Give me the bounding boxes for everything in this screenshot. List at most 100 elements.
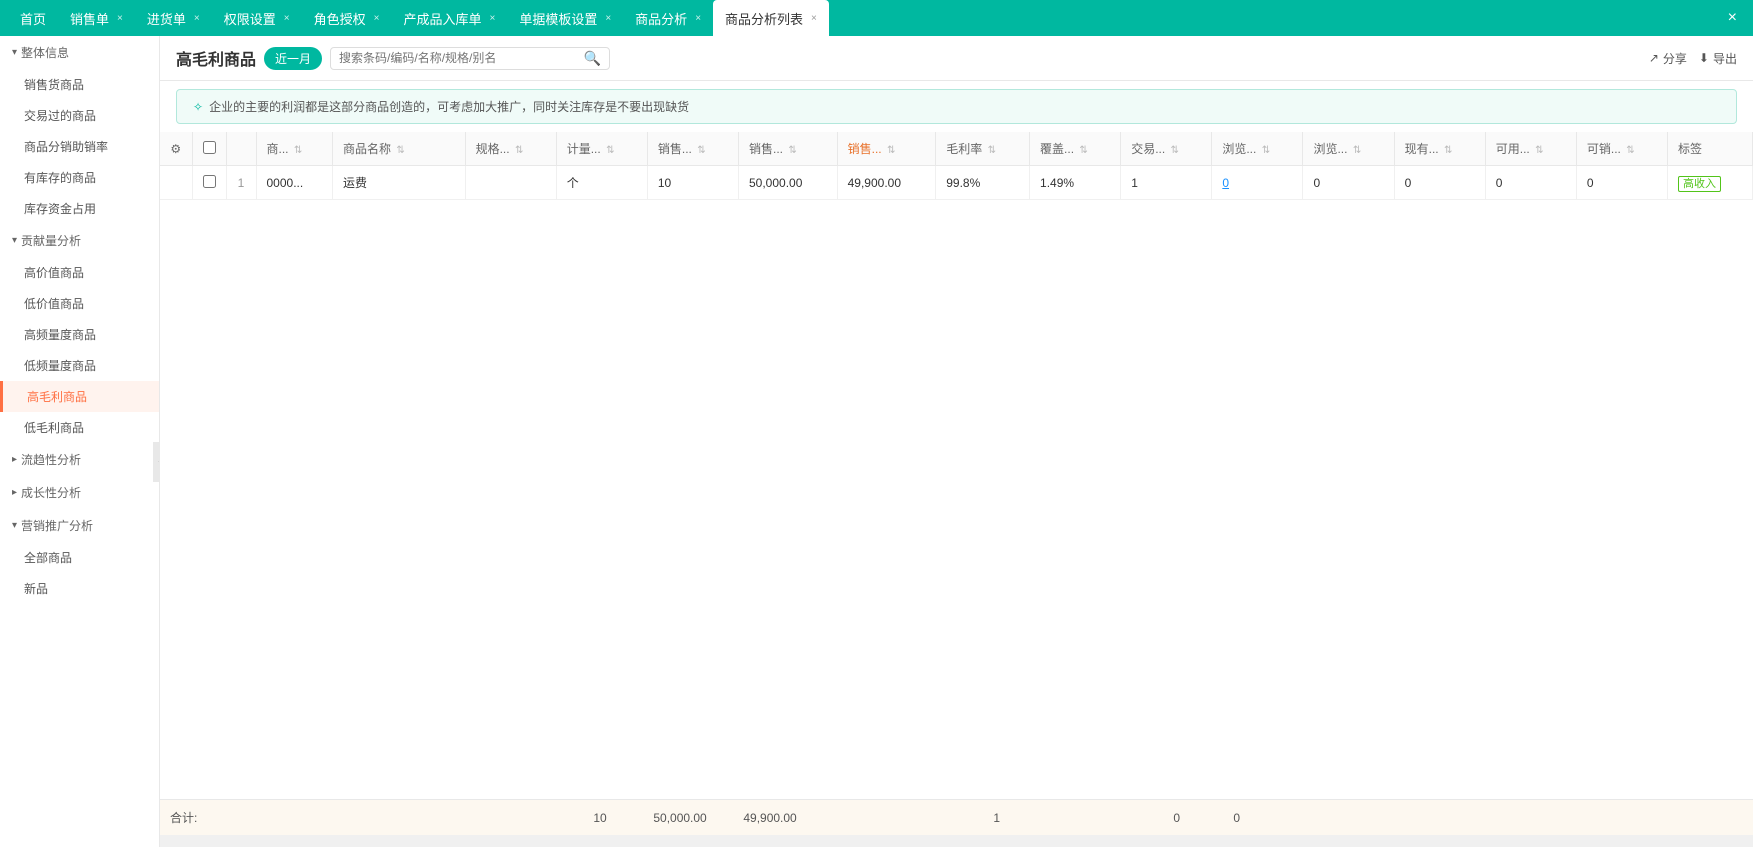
nav-label-home: 首页 xyxy=(20,9,46,28)
cell-checkbox xyxy=(192,166,226,200)
row-tag: 高收入 xyxy=(1678,176,1721,192)
col-sales-qty[interactable]: 销售... ⇅ xyxy=(647,132,738,166)
export-label: 导出 xyxy=(1713,50,1737,67)
sidebar-label-inventory-goods: 有库存的商品 xyxy=(24,171,96,185)
col-current-label: 现有... xyxy=(1405,142,1439,156)
nav-window-close[interactable]: × xyxy=(1720,9,1745,27)
sidebar-item-low-freq[interactable]: 低频量度商品 xyxy=(0,350,159,381)
nav-item-products[interactable]: 产成品入库单 × xyxy=(391,0,507,36)
table-footer: 合计: 10 50,000.00 49,900.00 1 0 0 xyxy=(160,799,1753,835)
sidebar-group-marketing[interactable]: ▾ 营销推广分析 xyxy=(0,509,159,542)
nav-item-sales[interactable]: 销售单 × xyxy=(58,0,135,36)
nav-label-products: 产成品入库单 xyxy=(403,9,481,28)
sidebar-label-sales-goods: 销售货商品 xyxy=(24,78,84,92)
nav-item-purchase[interactable]: 进货单 × xyxy=(135,0,212,36)
col-salable[interactable]: 可销... ⇅ xyxy=(1576,132,1667,166)
sidebar-item-new-goods[interactable]: 新品 xyxy=(0,573,159,604)
sidebar-item-low-value[interactable]: 低价值商品 xyxy=(0,288,159,319)
content-header: 高毛利商品 近一月 🔍 ↗ 分享 ⬇ 导出 xyxy=(160,36,1753,81)
sidebar-item-analysis-rate[interactable]: 商品分销助销率 xyxy=(0,131,159,162)
col-settings[interactable]: ⚙ xyxy=(160,132,192,166)
col-browse1[interactable]: 浏览... ⇅ xyxy=(1212,132,1303,166)
nav-close-template[interactable]: × xyxy=(605,13,611,24)
row-trade: 1 xyxy=(1131,176,1138,190)
sidebar-label-all-goods: 全部商品 xyxy=(24,551,72,565)
cell-sales-qty: 10 xyxy=(647,166,738,200)
page-title: 高毛利商品 xyxy=(176,46,256,70)
sidebar-group-growth[interactable]: ▸ 成长性分析 xyxy=(0,476,159,509)
col-sales-cost-label: 销售... xyxy=(848,142,882,156)
sort-icon-browse1: ⇅ xyxy=(1262,145,1270,156)
content-area: 高毛利商品 近一月 🔍 ↗ 分享 ⬇ 导出 ✧ 企业的主要的利润都是这部分商品创… xyxy=(160,36,1753,847)
col-spec[interactable]: 规格... ⇅ xyxy=(465,132,556,166)
nav-item-permissions[interactable]: 权限设置 × xyxy=(212,0,302,36)
nav-close-analysis-list[interactable]: × xyxy=(811,13,817,24)
sidebar-item-sales-goods[interactable]: 销售货商品 xyxy=(0,69,159,100)
cell-spec xyxy=(465,166,556,200)
col-sales-amt[interactable]: 销售... ⇅ xyxy=(739,132,838,166)
sidebar-item-inventory-goods[interactable]: 有库存的商品 xyxy=(0,162,159,193)
sort-icon-browse2: ⇅ xyxy=(1353,145,1361,156)
cell-coverage: 1.49% xyxy=(1030,166,1121,200)
nav-item-template[interactable]: 单据模板设置 × xyxy=(507,0,623,36)
sort-icon-sales-amt: ⇅ xyxy=(788,145,796,156)
nav-item-home[interactable]: 首页 xyxy=(8,0,58,36)
col-tag[interactable]: 标签 xyxy=(1668,132,1753,166)
col-current[interactable]: 现有... ⇅ xyxy=(1394,132,1485,166)
filter-recent-month-button[interactable]: 近一月 xyxy=(264,47,322,70)
sidebar-item-traded-goods[interactable]: 交易过的商品 xyxy=(0,100,159,131)
col-trade[interactable]: 交易... ⇅ xyxy=(1121,132,1212,166)
sidebar-collapse-button[interactable]: « xyxy=(153,442,160,482)
group-arrow-wealth: ▾ xyxy=(12,235,17,246)
sort-icon-salable: ⇅ xyxy=(1626,145,1634,156)
sidebar: « ▾ 整体信息 销售货商品 交易过的商品 商品分销助销率 有库存的商品 库存资… xyxy=(0,36,160,847)
search-input[interactable] xyxy=(339,51,580,65)
row-coverage: 1.49% xyxy=(1040,176,1074,190)
sidebar-item-low-margin[interactable]: 低毛利商品 xyxy=(0,412,159,443)
col-margin-rate[interactable]: 毛利率 ⇅ xyxy=(936,132,1030,166)
footer-sales-qty: 10 xyxy=(593,811,653,825)
col-coverage[interactable]: 覆盖... ⇅ xyxy=(1030,132,1121,166)
sidebar-group-trend[interactable]: ▸ 流趋性分析 xyxy=(0,443,159,476)
col-browse2[interactable]: 浏览... ⇅ xyxy=(1303,132,1394,166)
search-icon[interactable]: 🔍 xyxy=(584,50,601,67)
nav-close-products[interactable]: × xyxy=(489,13,495,24)
nav-close-sales[interactable]: × xyxy=(117,13,123,24)
main-layout: « ▾ 整体信息 销售货商品 交易过的商品 商品分销助销率 有库存的商品 库存资… xyxy=(0,36,1753,847)
sidebar-label-high-value: 高价值商品 xyxy=(24,266,84,280)
col-coverage-label: 覆盖... xyxy=(1040,142,1074,156)
col-code[interactable]: 商... ⇅ xyxy=(256,132,333,166)
nav-close-permissions[interactable]: × xyxy=(284,13,290,24)
group-arrow-marketing: ▾ xyxy=(12,520,17,531)
row-checkbox[interactable] xyxy=(203,175,216,188)
nav-close-purchase[interactable]: × xyxy=(194,13,200,24)
col-name[interactable]: 商品名称 ⇅ xyxy=(333,132,466,166)
collapse-icon: « xyxy=(158,456,160,467)
row-browse1[interactable]: 0 xyxy=(1222,176,1229,190)
group-arrow-growth: ▸ xyxy=(12,487,17,498)
nav-close-roles[interactable]: × xyxy=(374,13,380,24)
share-button[interactable]: ↗ 分享 xyxy=(1649,50,1687,67)
sidebar-item-inventory-ratio[interactable]: 库存资金占用 xyxy=(0,193,159,224)
sidebar-group-wealth[interactable]: ▾ 贡献量分析 xyxy=(0,224,159,257)
col-unit[interactable]: 计量... ⇅ xyxy=(556,132,647,166)
col-sales-cost[interactable]: 销售... ⇅ xyxy=(837,132,936,166)
sidebar-item-high-margin[interactable]: 高毛利商品 xyxy=(0,381,159,412)
row-sales-qty: 10 xyxy=(658,176,671,190)
table-header-row: ⚙ 商... ⇅ 商品名称 ⇅ xyxy=(160,132,1753,166)
sidebar-item-all-goods[interactable]: 全部商品 xyxy=(0,542,159,573)
col-available[interactable]: 可用... ⇅ xyxy=(1485,132,1576,166)
nav-close-analysis[interactable]: × xyxy=(695,13,701,24)
sidebar-item-high-value[interactable]: 高价值商品 xyxy=(0,257,159,288)
nav-item-analysis[interactable]: 商品分析 × xyxy=(623,0,713,36)
col-browse1-label: 浏览... xyxy=(1222,142,1256,156)
cell-num: 1 xyxy=(226,166,256,200)
select-all-checkbox[interactable] xyxy=(203,141,216,154)
col-browse2-label: 浏览... xyxy=(1313,142,1347,156)
export-button[interactable]: ⬇ 导出 xyxy=(1699,50,1737,67)
nav-item-roles[interactable]: 角色授权 × xyxy=(302,0,392,36)
bottom-scrollbar[interactable] xyxy=(160,835,1753,847)
sidebar-group-overall[interactable]: ▾ 整体信息 xyxy=(0,36,159,69)
nav-item-analysis-list[interactable]: 商品分析列表 × xyxy=(713,0,829,36)
sidebar-item-high-freq[interactable]: 高频量度商品 xyxy=(0,319,159,350)
